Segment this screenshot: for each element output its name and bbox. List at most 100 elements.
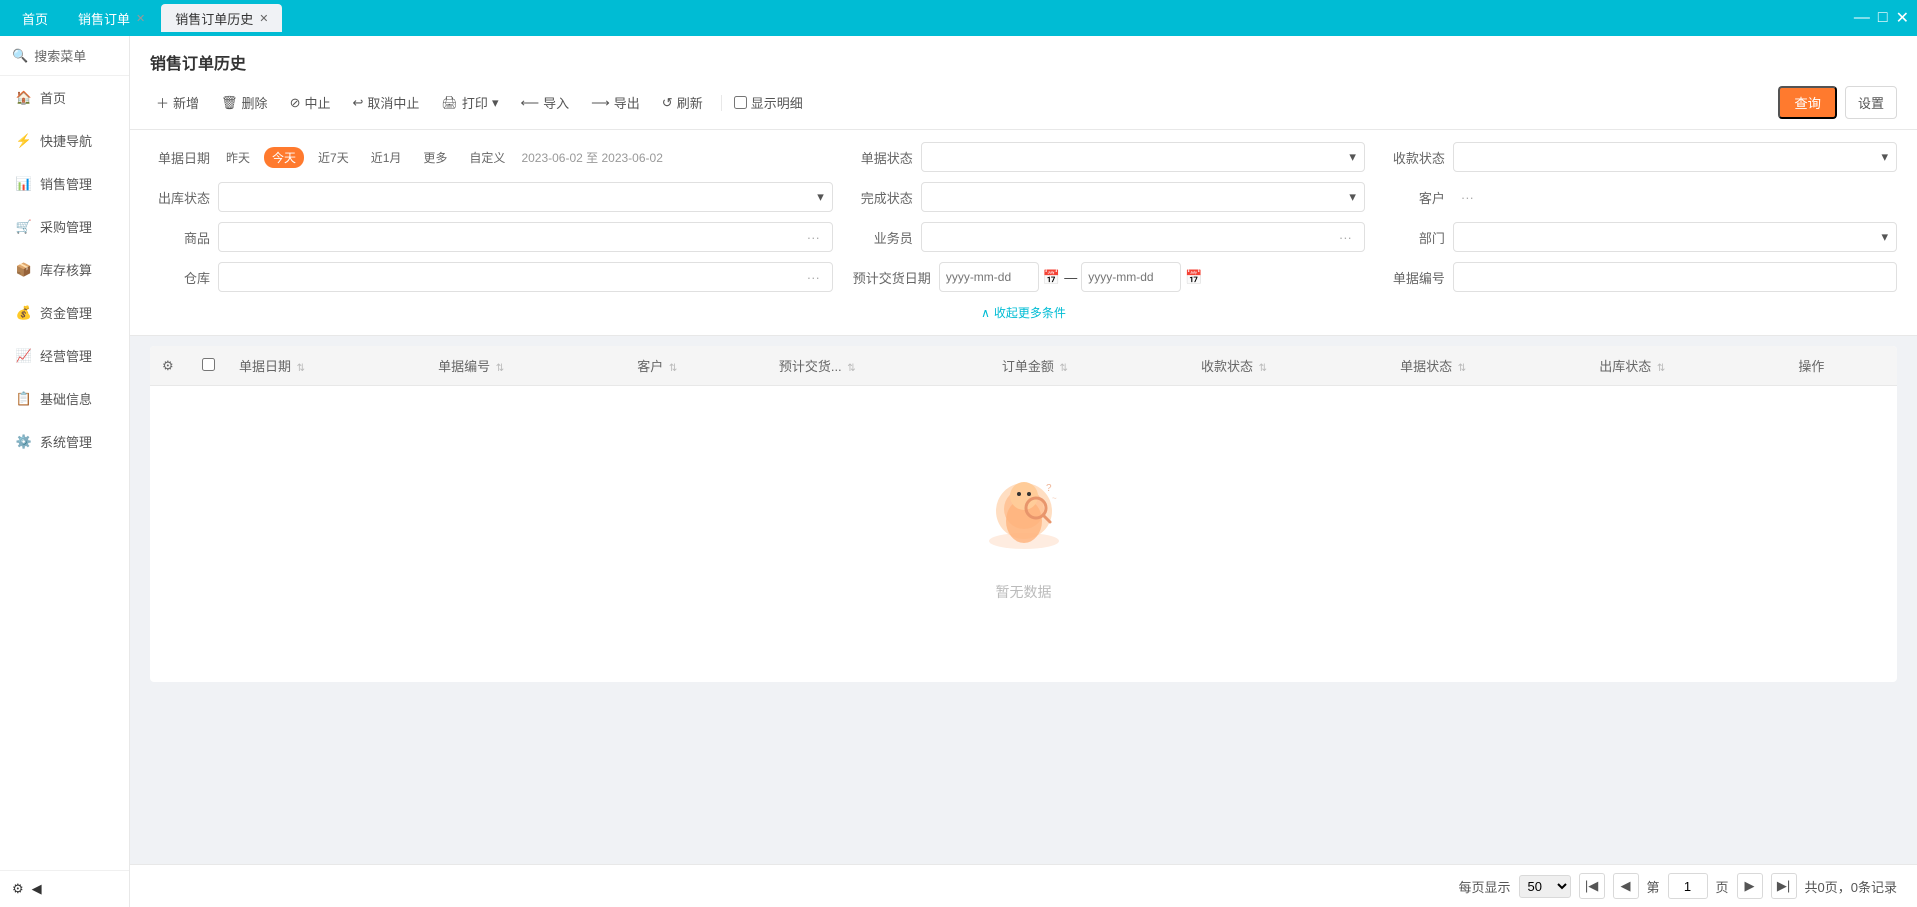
tab-home[interactable]: + 新增 首页 bbox=[8, 4, 62, 32]
complete-status-select[interactable]: ▾ bbox=[921, 182, 1365, 212]
refresh-label: 刷新 bbox=[677, 93, 703, 112]
print-icon: 🖨 bbox=[441, 95, 458, 111]
collapse-button[interactable]: ∧ 收起更多条件 bbox=[150, 302, 1897, 323]
dept-select[interactable]: ▾ bbox=[1453, 222, 1897, 252]
filter-row-2: 出库状态 ▾ 完成状态 ▾ 客户 ··· bbox=[150, 182, 1897, 212]
filter-date: 单据日期 昨天 今天 近7天 近1月 更多 自定义 2023-06-02 至 2… bbox=[150, 147, 833, 168]
sidebar-item-home-label: 首页 bbox=[40, 88, 66, 107]
collapse-label: 收起更多条件 bbox=[994, 304, 1066, 321]
date-sort-icon: ⇅ bbox=[297, 363, 305, 374]
prev-page-button[interactable]: ◀ bbox=[1613, 873, 1639, 899]
salesman-input[interactable]: ··· bbox=[1335, 230, 1356, 245]
delete-button[interactable]: 🗑 删除 bbox=[215, 89, 274, 116]
sidebar-item-sales-mgmt[interactable]: 📊 销售管理 bbox=[0, 162, 129, 205]
calendar-end-icon[interactable]: 📅 bbox=[1185, 269, 1202, 286]
window-minimize[interactable]: — bbox=[1854, 9, 1870, 27]
th-checkbox[interactable] bbox=[190, 346, 227, 386]
top-bar-right: — □ ✕ bbox=[1854, 8, 1909, 28]
delete-label: 删除 bbox=[242, 93, 268, 112]
calendar-start-icon[interactable]: 📅 bbox=[1043, 269, 1060, 286]
close-history-tab[interactable]: ✕ bbox=[259, 12, 268, 25]
th-date[interactable]: 单据日期 ⇅ bbox=[227, 346, 426, 386]
display-detail-checkbox-label[interactable]: 显示明细 bbox=[734, 93, 803, 112]
th-settings[interactable]: ⚙ bbox=[150, 346, 190, 386]
customer-sort-icon: ⇅ bbox=[669, 363, 677, 374]
export-button[interactable]: ⟶ 导出 bbox=[585, 89, 646, 116]
sidebar-collapse-icon[interactable]: ◀ bbox=[32, 881, 42, 897]
refresh-button[interactable]: ↺ 刷新 bbox=[656, 89, 709, 116]
window-maximize[interactable]: □ bbox=[1878, 9, 1888, 27]
sidebar-search[interactable]: 🔍 搜索菜单 bbox=[0, 36, 129, 76]
goods-input[interactable]: ··· bbox=[803, 230, 824, 245]
sys-mgmt-icon: ⚙️ bbox=[16, 434, 32, 450]
order-no-label: 单据编号 bbox=[1385, 268, 1445, 287]
order-no-input[interactable] bbox=[1453, 262, 1897, 292]
inventory-icon: 📦 bbox=[16, 262, 32, 278]
import-label: 导入 bbox=[543, 93, 569, 112]
warehouse-input[interactable]: ··· bbox=[803, 270, 824, 285]
sidebar-item-quick-nav[interactable]: ⚡ 快捷导航 bbox=[0, 119, 129, 162]
sidebar-item-purchase-mgmt[interactable]: 🛒 采购管理 bbox=[0, 205, 129, 248]
bill-status-select[interactable]: ▾ bbox=[921, 142, 1365, 172]
query-button[interactable]: 查询 bbox=[1778, 86, 1837, 119]
th-receipt-status[interactable]: 收款状态 ⇅ bbox=[1189, 346, 1388, 386]
expected-date-end[interactable] bbox=[1081, 262, 1181, 292]
total-records-text: 共0页，0条记录 bbox=[1805, 877, 1897, 896]
date-filter-label: 单据日期 bbox=[150, 148, 210, 167]
complete-status-label: 完成状态 bbox=[853, 188, 913, 207]
date-chip-7days[interactable]: 近7天 bbox=[310, 147, 357, 168]
next-page-button[interactable]: ▶ bbox=[1737, 873, 1763, 899]
filter-out-status: 出库状态 ▾ bbox=[150, 182, 833, 212]
last-page-button[interactable]: ▶| bbox=[1771, 873, 1797, 899]
th-bill-status[interactable]: 单据状态 ⇅ bbox=[1388, 346, 1587, 386]
print-button[interactable]: 🖨 打印 ▾ bbox=[435, 89, 504, 116]
date-chip-more[interactable]: 更多 bbox=[415, 147, 455, 168]
expected-date-label: 预计交货日期 bbox=[853, 268, 931, 287]
th-expected-delivery[interactable]: 预计交货... ⇅ bbox=[767, 346, 990, 386]
select-all-checkbox[interactable] bbox=[202, 358, 215, 371]
per-page-select[interactable]: 50 10 20 100 bbox=[1519, 875, 1571, 898]
sidebar-item-finance[interactable]: 💰 资金管理 bbox=[0, 291, 129, 334]
date-range-text: 2023-06-02 至 2023-06-02 bbox=[521, 149, 662, 166]
receipt-status-select[interactable]: ▾ bbox=[1453, 142, 1897, 172]
sidebar-item-base-info[interactable]: 📋 基础信息 bbox=[0, 377, 129, 420]
content-header: 销售订单历史 ＋ 新增 🗑 删除 ⊘ 中止 ↩ 取消中止 bbox=[130, 36, 1917, 130]
out-status-label: 出库状态 bbox=[150, 188, 210, 207]
filter-complete-status: 完成状态 ▾ bbox=[853, 182, 1365, 212]
import-button[interactable]: ⟵ 导入 bbox=[514, 89, 575, 116]
sidebar-settings-icon[interactable]: ⚙ bbox=[12, 881, 24, 897]
out-status-sort-icon: ⇅ bbox=[1657, 363, 1665, 374]
first-page-button[interactable]: |◀ bbox=[1579, 873, 1605, 899]
expected-date-start[interactable] bbox=[939, 262, 1039, 292]
sidebar-item-inventory[interactable]: 📦 库存核算 bbox=[0, 248, 129, 291]
amount-sort-icon: ⇅ bbox=[1060, 363, 1068, 374]
sidebar-item-home[interactable]: 🏠 首页 bbox=[0, 76, 129, 119]
customer-input[interactable]: ··· bbox=[1457, 190, 1478, 205]
stop-button[interactable]: ⊘ 中止 bbox=[284, 89, 337, 116]
date-chip-1month[interactable]: 近1月 bbox=[363, 147, 410, 168]
tab-sales-order-history[interactable]: 销售订单历史 ✕ bbox=[161, 4, 282, 32]
th-customer[interactable]: 客户 ⇅ bbox=[625, 346, 767, 386]
settings-gear-icon[interactable]: ⚙ bbox=[162, 358, 174, 373]
filter-row-1: 单据日期 昨天 今天 近7天 近1月 更多 自定义 2023-06-02 至 2… bbox=[150, 142, 1897, 172]
out-status-select[interactable]: ▾ bbox=[218, 182, 833, 212]
th-out-status[interactable]: 出库状态 ⇅ bbox=[1587, 346, 1786, 386]
close-sales-order-tab[interactable]: ✕ bbox=[136, 12, 145, 25]
add-button[interactable]: ＋ 新增 bbox=[150, 89, 205, 116]
sidebar-item-operations[interactable]: 📈 经营管理 bbox=[0, 334, 129, 377]
th-amount[interactable]: 订单金额 ⇅ bbox=[990, 346, 1189, 386]
sidebar-item-sys-mgmt[interactable]: ⚙️ 系统管理 bbox=[0, 420, 129, 463]
add-label: 新增 bbox=[173, 93, 199, 112]
filter-receipt-status: 收款状态 ▾ bbox=[1385, 142, 1897, 172]
cancel-stop-button[interactable]: ↩ 取消中止 bbox=[346, 89, 425, 116]
settings-button[interactable]: 设置 bbox=[1845, 86, 1897, 119]
tab-sales-order[interactable]: 销售订单 ✕ bbox=[64, 4, 159, 32]
page-number-input[interactable] bbox=[1668, 873, 1708, 899]
date-chip-yesterday[interactable]: 昨天 bbox=[218, 147, 258, 168]
window-close[interactable]: ✕ bbox=[1896, 8, 1909, 28]
bill-status-label: 单据状态 bbox=[853, 148, 913, 167]
display-detail-checkbox[interactable] bbox=[734, 96, 747, 109]
th-order-no[interactable]: 单据编号 ⇅ bbox=[426, 346, 625, 386]
date-chip-today[interactable]: 今天 bbox=[264, 147, 304, 168]
date-chip-custom[interactable]: 自定义 bbox=[461, 147, 513, 168]
